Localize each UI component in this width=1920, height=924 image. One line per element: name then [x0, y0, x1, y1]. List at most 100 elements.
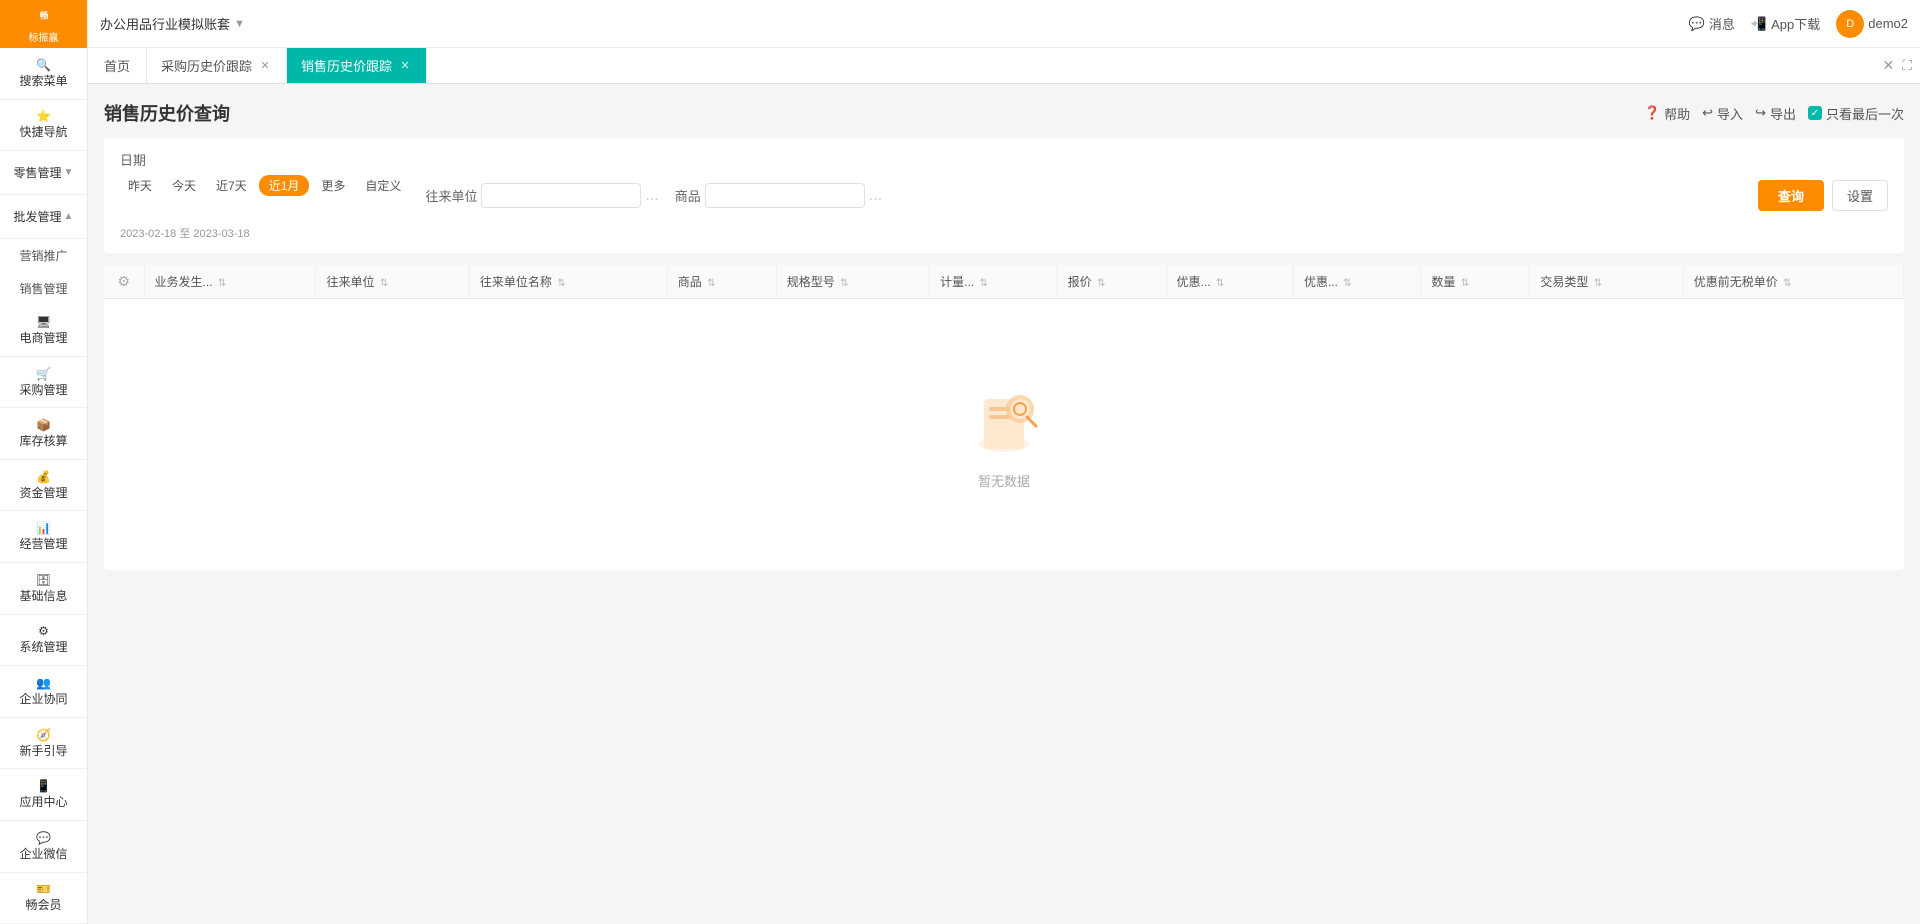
sidebar-item-finance[interactable]: 💰 资金管理	[0, 460, 87, 512]
export-icon: ↪	[1755, 105, 1766, 121]
sort-icon: ⇅	[1343, 278, 1351, 289]
sidebar-item-search[interactable]: 🔍 搜索菜单	[0, 48, 87, 100]
date-option-yesterday[interactable]: 昨天	[120, 175, 160, 196]
messages-label: 消息	[1709, 14, 1735, 33]
sidebar-item-system[interactable]: ⚙ 系统管理	[0, 615, 87, 667]
sidebar-item-sales[interactable]: 销售管理	[0, 272, 87, 305]
user-menu-button[interactable]: D demo2	[1836, 10, 1908, 38]
sidebar-item-newbie-label: 新手引导	[19, 742, 67, 759]
sidebar-item-wechat[interactable]: 💬 企业微信	[0, 821, 87, 873]
th-partner-name[interactable]: 往来单位名称 ⇅	[469, 265, 667, 299]
th-trade-type[interactable]: 交易类型 ⇅	[1530, 265, 1683, 299]
database-icon: 🗄	[36, 573, 51, 587]
avatar: D	[1836, 10, 1864, 38]
date-option-last7[interactable]: 近7天	[208, 175, 255, 196]
product-filter-field: 商品 ...	[675, 183, 882, 208]
sidebar-item-inventory[interactable]: 📦 库存核算	[0, 408, 87, 460]
star-icon: ⭐	[36, 109, 51, 123]
topbar-actions: 💬 消息 📲 App下载 D demo2	[1689, 10, 1908, 38]
app-download-button[interactable]: 📲 App下载	[1751, 14, 1820, 33]
tab-sales-close-button[interactable]: ✕	[398, 59, 412, 73]
app-logo: 畅 标振赢	[0, 0, 87, 48]
tab-purchase-close-button[interactable]: ✕	[258, 59, 272, 73]
th-spec[interactable]: 规格型号 ⇅	[776, 265, 929, 299]
sort-icon: ⇅	[1216, 278, 1224, 289]
messages-button[interactable]: 💬 消息	[1689, 14, 1735, 33]
sidebar-item-ecommerce[interactable]: 🖥 电商管理	[0, 305, 87, 357]
sidebar-item-wechat-label: 企业微信	[19, 845, 67, 862]
sidebar-item-quicknav[interactable]: ⭐ 快捷导航	[0, 100, 87, 152]
table-container: ⚙ 业务发生... ⇅ 往来单位 ⇅ 往来单位名称 ⇅	[104, 265, 1904, 570]
maximize-button[interactable]: ⛶	[1902, 57, 1912, 74]
page-content: 销售历史价查询 ❓ 帮助 ↩ 导入 ↪ 导出 ✓ 只看最后一次	[88, 84, 1920, 924]
sidebar-item-marketing-label: 营销推广	[19, 247, 67, 264]
sidebar-item-retail[interactable]: 零售管理 ▼	[0, 151, 87, 195]
help-button[interactable]: ❓ 帮助	[1644, 104, 1690, 123]
cart-icon: 🛒	[36, 367, 51, 381]
date-option-last1m[interactable]: 近1月	[259, 175, 310, 196]
sidebar-item-purchase[interactable]: 🛒 采购管理	[0, 357, 87, 409]
download-icon: 📲	[1751, 16, 1767, 32]
chevron-down-icon: ▼	[64, 167, 74, 178]
th-product[interactable]: 商品 ⇅	[667, 265, 776, 299]
sort-icon: ⇅	[557, 278, 565, 289]
empty-state-icon	[964, 379, 1044, 459]
partner-filter-label: 往来单位	[425, 186, 477, 205]
sidebar-item-basic[interactable]: 🗄 基础信息	[0, 563, 87, 615]
tabs-right-controls: ✕ ⛶	[1874, 48, 1920, 83]
sidebar-item-basic-label: 基础信息	[19, 587, 67, 604]
dropdown-icon[interactable]: ▼	[234, 18, 245, 30]
sidebar-item-member[interactable]: 🎫 畅会员	[0, 873, 87, 924]
th-pretax-price[interactable]: 优惠前无税单价 ⇅	[1683, 265, 1903, 299]
bar-chart-icon: 📊	[36, 521, 51, 535]
date-option-more[interactable]: 更多	[313, 175, 353, 196]
import-button[interactable]: ↩ 导入	[1702, 104, 1743, 123]
sidebar-item-wholesale[interactable]: 批发管理 ▲	[0, 195, 87, 239]
sidebar: 畅 标振赢 🔍 搜索菜单 ⭐ 快捷导航 零售管理 ▼ 批发管理 ▲ 营销推广 销…	[0, 0, 88, 924]
filter-right-actions: 查询 设置	[1758, 180, 1888, 211]
th-partner-code[interactable]: 往来单位 ⇅	[316, 265, 469, 299]
sidebar-item-newbie[interactable]: 🧭 新手引导	[0, 718, 87, 770]
only-last-checkbox[interactable]: ✓ 只看最后一次	[1808, 104, 1904, 123]
date-option-today[interactable]: 今天	[164, 175, 204, 196]
sidebar-item-marketing[interactable]: 营销推广	[0, 239, 87, 272]
th-discount1[interactable]: 优惠... ⇅	[1166, 265, 1293, 299]
sidebar-item-member-label: 畅会员	[25, 896, 61, 913]
th-quote[interactable]: 报价 ⇅	[1057, 265, 1166, 299]
guide-icon: 🧭	[36, 728, 51, 742]
product-filter-label: 商品	[675, 186, 701, 205]
partner-input[interactable]	[481, 183, 641, 208]
close-all-tabs-button[interactable]: ✕	[1882, 57, 1894, 74]
th-unit[interactable]: 计量... ⇅	[930, 265, 1057, 299]
tab-home[interactable]: 首页	[88, 48, 147, 83]
sidebar-item-apps-label: 应用中心	[19, 793, 67, 810]
product-picker-button[interactable]: ...	[869, 187, 882, 205]
sidebar-item-corp[interactable]: 👥 企业协同	[0, 666, 87, 718]
tab-sales-history-label: 销售历史价跟踪	[301, 56, 392, 75]
partner-picker-button[interactable]: ...	[645, 187, 658, 205]
settings-button[interactable]: 设置	[1832, 180, 1888, 211]
product-input[interactable]	[705, 183, 865, 208]
sidebar-item-operations[interactable]: 📊 经营管理	[0, 511, 87, 563]
date-options: 昨天 今天 近7天 近1月 更多 自定义	[120, 175, 409, 196]
tab-purchase-history[interactable]: 采购历史价跟踪 ✕	[147, 48, 287, 83]
sidebar-item-operations-label: 经营管理	[19, 535, 67, 552]
tab-purchase-history-label: 采购历史价跟踪	[161, 56, 252, 75]
th-biz-date[interactable]: 业务发生... ⇅	[144, 265, 316, 299]
chevron-up-icon: ▲	[64, 211, 74, 222]
import-icon: ↩	[1702, 105, 1713, 121]
filter-bar: 日期 昨天 今天 近7天 近1月 更多 自定义 2023-02-18 至 202…	[104, 138, 1904, 253]
sort-icon: ⇅	[840, 278, 848, 289]
th-settings: ⚙	[104, 265, 144, 299]
app-download-label: App下载	[1771, 14, 1820, 33]
tab-sales-history[interactable]: 销售历史价跟踪 ✕	[287, 48, 427, 83]
sidebar-item-apps[interactable]: 📱 应用中心	[0, 769, 87, 821]
sort-icon: ⇅	[1783, 278, 1791, 289]
date-option-custom[interactable]: 自定义	[357, 175, 409, 196]
query-button[interactable]: 查询	[1758, 180, 1824, 211]
export-button[interactable]: ↪ 导出	[1755, 104, 1796, 123]
sidebar-item-inventory-label: 库存核算	[19, 432, 67, 449]
th-quantity[interactable]: 数量 ⇅	[1421, 265, 1530, 299]
th-discount2[interactable]: 优惠... ⇅	[1293, 265, 1420, 299]
table-settings-icon[interactable]: ⚙	[117, 273, 130, 289]
